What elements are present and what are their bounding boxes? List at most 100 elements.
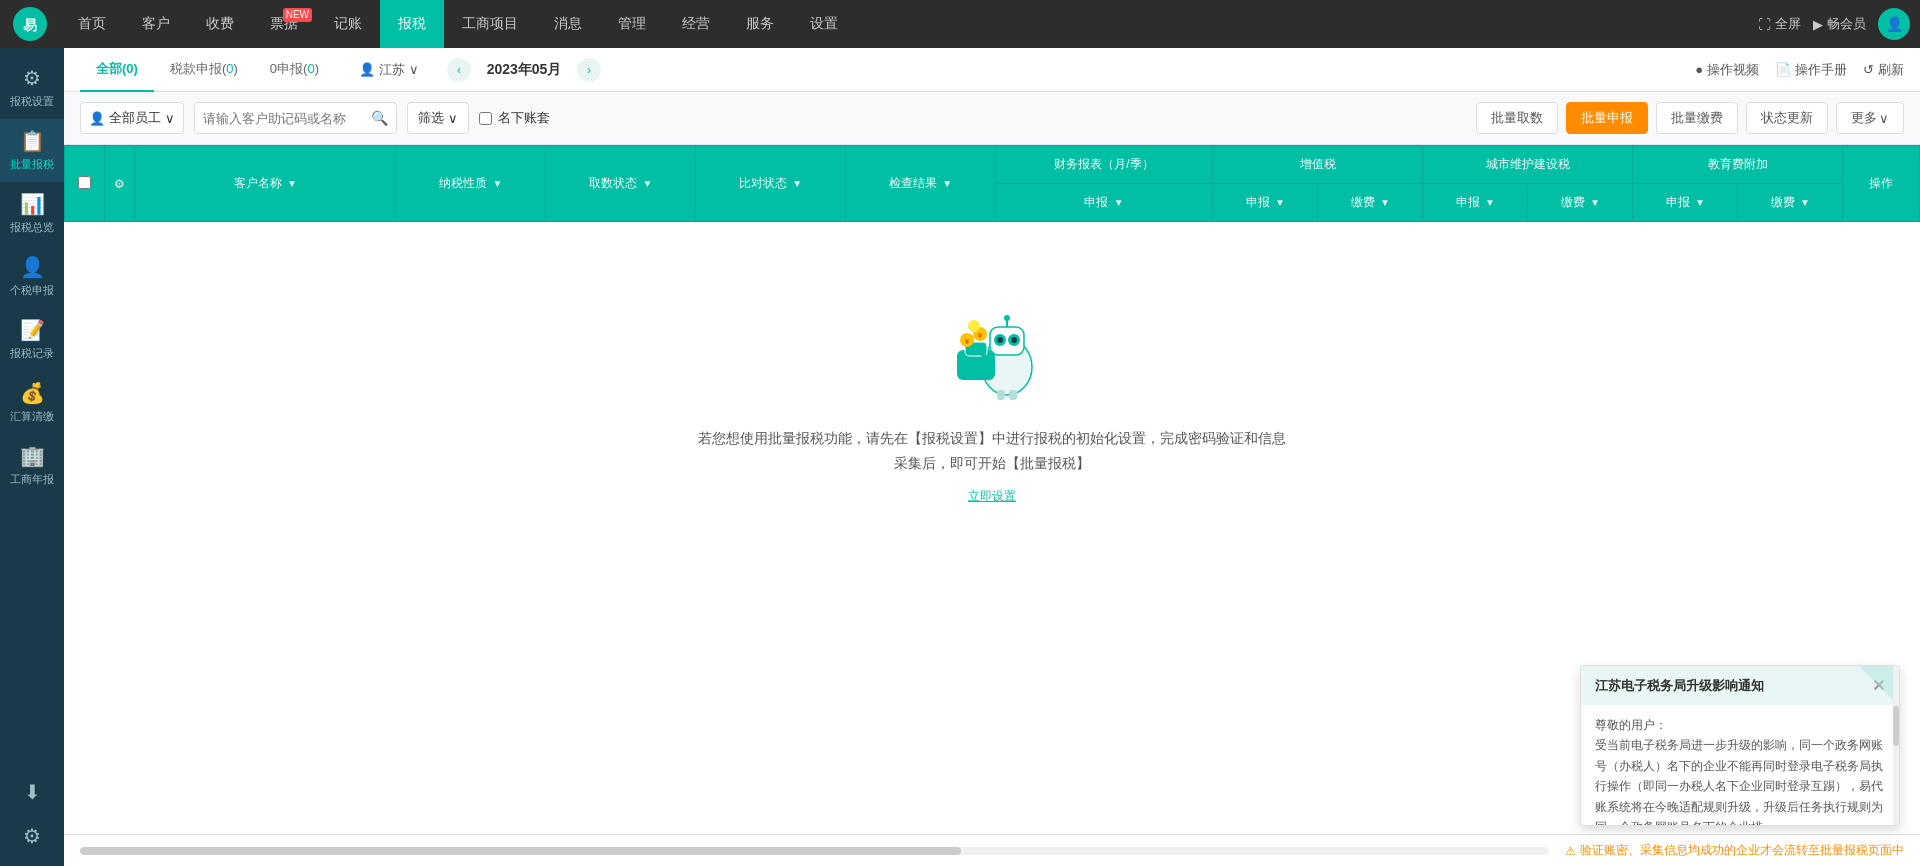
nav-item-11[interactable]: 设置	[792, 0, 856, 48]
nav-item-4[interactable]: 记账	[316, 0, 380, 48]
header-operation: 操作	[1843, 146, 1920, 222]
staff-selector[interactable]: 👤 全部员工 ∨	[80, 102, 184, 134]
batch-declare-button[interactable]: 批量申报	[1566, 102, 1648, 134]
empty-message: 若您想使用批量报税功能，请先在【报税设置】中进行报税的初始化设置，完成密码验证和…	[692, 426, 1292, 476]
fullscreen-icon: ⛶	[1758, 17, 1771, 32]
toolbar-right-actions: 批量取数 批量申报 批量缴费 状态更新 更多 ∨	[1476, 102, 1904, 134]
batch-fetch-button[interactable]: 批量取数	[1476, 102, 1558, 134]
sidebar-item-2[interactable]: 📊 报税总览	[0, 182, 64, 245]
sidebar-bottom-icon-1[interactable]: ⚙	[19, 814, 45, 858]
refresh-icon: ↺	[1863, 62, 1874, 77]
scrollbar-thumb	[80, 847, 961, 855]
nav-item-10[interactable]: 服务	[728, 0, 792, 48]
avatar[interactable]: 👤	[1878, 8, 1910, 40]
bottom-warning: ⚠ 验证账密、采集信息均成功的企业才会流转至批量报税页面中	[1565, 842, 1904, 859]
sidebar-icon-1: 📋	[20, 129, 45, 153]
sidebar-item-0[interactable]: ⚙ 报税设置	[0, 56, 64, 119]
tax-data-table: ⚙ 客户名称 ▼ 纳税性质 ▼ 取数状态 ▼ 比对状态 ▼	[64, 145, 1920, 545]
search-input[interactable]	[203, 111, 371, 126]
tab-all[interactable]: 全部(0)	[80, 48, 154, 92]
sidebar-item-4[interactable]: 📝 报税记录	[0, 308, 64, 371]
sidebar-item-6[interactable]: 🏢 工商年报	[0, 434, 64, 497]
sidebar-label-5: 汇算清缴	[10, 409, 54, 424]
nav-item-1[interactable]: 客户	[124, 0, 188, 48]
header-check-result: 检查结果 ▼	[846, 146, 996, 222]
warning-icon: ⚠	[1565, 844, 1576, 858]
date-next-button[interactable]: ›	[577, 58, 601, 82]
setup-link[interactable]: 立即设置	[968, 488, 1016, 505]
batch-pay-button[interactable]: 批量缴费	[1656, 102, 1738, 134]
notification-panel: 江苏电子税务局升级影响通知 ✕ 尊敬的用户： 受当前电子税务局进一步升级的影响，…	[1580, 665, 1900, 826]
sidebar-icon-0: ⚙	[23, 66, 41, 90]
nav-item-6[interactable]: 工商项目	[444, 0, 536, 48]
operation-video-button[interactable]: ● 操作视频	[1695, 61, 1759, 79]
nav-item-2[interactable]: 收费	[188, 0, 252, 48]
region-selector[interactable]: 👤 江苏 ∨	[351, 61, 427, 79]
top-nav-right: ⛶ 全屏 ▶ 畅会员 👤	[1758, 8, 1910, 40]
manual-icon: 📄	[1775, 62, 1791, 77]
nav-item-7[interactable]: 消息	[536, 0, 600, 48]
header-checkbox	[65, 146, 105, 222]
sidebar-icon-4: 📝	[20, 318, 45, 342]
refresh-button[interactable]: ↺ 刷新	[1863, 61, 1904, 79]
robot-illustration: ¥ ¥	[932, 282, 1052, 402]
header-tax-nature: 纳税性质 ▼	[396, 146, 546, 222]
nav-item-3[interactable]: 票据NEW	[252, 0, 316, 48]
search-box: 🔍	[194, 102, 397, 134]
select-all-checkbox[interactable]	[78, 176, 91, 189]
header-city-construction-tax: 城市维护建设税	[1423, 146, 1633, 184]
membership-button[interactable]: ▶ 畅会员	[1813, 15, 1866, 33]
svg-text:¥: ¥	[978, 331, 983, 340]
header-edu-pay: 缴费 ▼	[1738, 184, 1843, 222]
sidebar-icon-6: 🏢	[20, 444, 45, 468]
header-city-pay: 缴费 ▼	[1528, 184, 1633, 222]
header-compare-status: 比对状态 ▼	[696, 146, 846, 222]
filter-button[interactable]: 筛选 ∨	[407, 102, 469, 134]
sidebar-item-5[interactable]: 💰 汇算清缴	[0, 371, 64, 434]
account-checkbox[interactable]	[479, 112, 492, 125]
header-edu-declare: 申报 ▼	[1633, 184, 1738, 222]
status-update-button[interactable]: 状态更新	[1746, 102, 1828, 134]
sidebar-icon-2: 📊	[20, 192, 45, 216]
tab-bar: 全部(0) 税款申报(0) 0申报(0) 👤 江苏 ∨ ‹ 2023年05月 ›…	[64, 48, 1920, 92]
tab-bar-actions: ● 操作视频 📄 操作手册 ↺ 刷新	[1695, 61, 1904, 79]
notification-scrollbar[interactable]	[1893, 666, 1899, 825]
operation-manual-button[interactable]: 📄 操作手册	[1775, 61, 1847, 79]
empty-state: ¥ ¥ 若您想使用批量报税功能，请先在【报税设置】中进行报税的初始化设置，完成密…	[65, 222, 1920, 545]
header-client-name: 客户名称 ▼	[135, 146, 396, 222]
nav-item-9[interactable]: 经营	[664, 0, 728, 48]
play-icon: ▶	[1813, 17, 1823, 32]
dropdown-icon: ∨	[165, 111, 175, 126]
header-vat: 增值税	[1213, 146, 1423, 184]
nav-item-0[interactable]: 首页	[60, 0, 124, 48]
sidebar-item-3[interactable]: 👤 个税申报	[0, 245, 64, 308]
video-icon: ●	[1695, 62, 1703, 77]
date-prev-button[interactable]: ‹	[447, 58, 471, 82]
search-icon[interactable]: 🔍	[371, 110, 388, 126]
sidebar-item-1[interactable]: 📋 批量报税	[0, 119, 64, 182]
sidebar-label-2: 报税总览	[10, 220, 54, 235]
top-navigation: 易 首页客户收费票据NEW记账报税工商项目消息管理经营服务设置 ⛶ 全屏 ▶ 畅…	[0, 0, 1920, 48]
header-settings[interactable]: ⚙	[105, 146, 135, 222]
nav-item-8[interactable]: 管理	[600, 0, 664, 48]
svg-point-6	[997, 337, 1003, 343]
header-financial-report: 财务报表（月/季）	[995, 146, 1212, 184]
svg-rect-19	[1009, 390, 1017, 400]
account-checkbox-label[interactable]: 名下账套	[479, 109, 550, 127]
nav-item-5[interactable]: 报税	[380, 0, 444, 48]
tab-tax-declare[interactable]: 税款申报(0)	[154, 48, 254, 92]
horizontal-scrollbar[interactable]	[80, 847, 1549, 855]
bottom-bar: ⚠ 验证账密、采集信息均成功的企业才会流转至批量报税页面中	[64, 834, 1920, 866]
sidebar-label-3: 个税申报	[10, 283, 54, 298]
region-icon: 👤	[359, 62, 375, 77]
more-button[interactable]: 更多 ∨	[1836, 102, 1904, 134]
svg-rect-18	[997, 390, 1005, 400]
more-chevron-icon: ∨	[1879, 111, 1889, 126]
sidebar-label-4: 报税记录	[10, 346, 54, 361]
tab-zero-declare[interactable]: 0申报(0)	[254, 48, 335, 92]
header-vat-pay: 缴费 ▼	[1318, 184, 1423, 222]
fullscreen-button[interactable]: ⛶ 全屏	[1758, 15, 1801, 33]
sidebar-bottom-icon-0[interactable]: ⬇	[19, 770, 45, 814]
header-fetch-status: 取数状态 ▼	[546, 146, 696, 222]
sidebar: ⚙ 报税设置 📋 批量报税 📊 报税总览 👤 个税申报 📝 报税记录 💰 汇算清…	[0, 48, 64, 866]
